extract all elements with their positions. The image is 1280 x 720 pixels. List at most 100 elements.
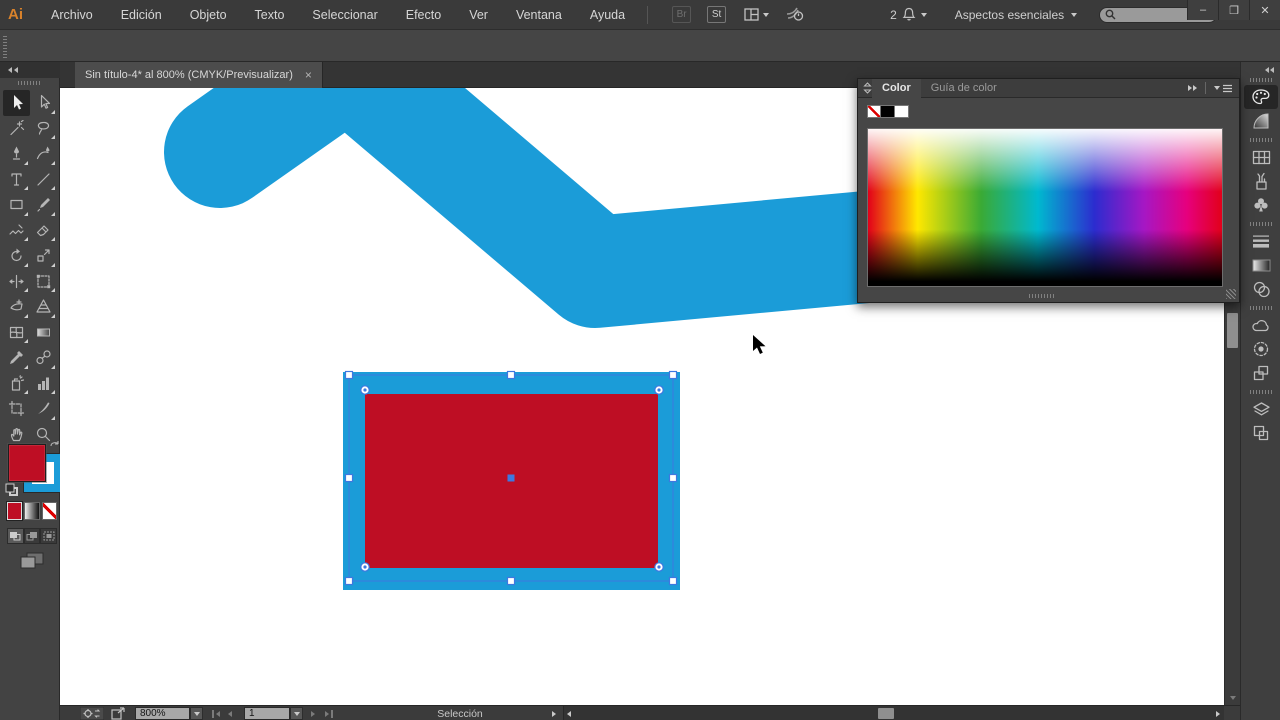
bridge-button[interactable]: Br bbox=[672, 6, 692, 23]
dock-grip[interactable] bbox=[1249, 138, 1272, 142]
dock-color-panel-button[interactable] bbox=[1244, 85, 1278, 109]
pen-tool[interactable] bbox=[3, 141, 30, 167]
menu-ver[interactable]: Ver bbox=[455, 0, 502, 30]
shaper-tool[interactable] bbox=[3, 218, 30, 244]
expand-panel-icon[interactable] bbox=[1188, 85, 1197, 91]
blend-tool[interactable] bbox=[30, 345, 57, 371]
none-swatch[interactable] bbox=[867, 105, 881, 118]
dock-artboards-button[interactable] bbox=[1241, 421, 1280, 445]
menu-ayuda[interactable]: Ayuda bbox=[576, 0, 639, 30]
default-fill-stroke-icon[interactable] bbox=[5, 483, 19, 497]
mesh-tool[interactable] bbox=[3, 320, 30, 346]
eyedropper-tool[interactable] bbox=[3, 345, 30, 371]
minimize-button[interactable]: – bbox=[1187, 0, 1218, 20]
dock-grip[interactable] bbox=[1249, 306, 1272, 310]
close-button[interactable]: ✕ bbox=[1249, 0, 1280, 20]
curvature-tool[interactable] bbox=[30, 141, 57, 167]
rectangle-tool[interactable] bbox=[3, 192, 30, 218]
horizontal-scrollbar[interactable] bbox=[563, 706, 1224, 720]
artboard-number-field[interactable]: 1 bbox=[244, 707, 290, 720]
width-tool[interactable] bbox=[3, 269, 30, 295]
sync-status-icon[interactable] bbox=[785, 6, 805, 23]
arrange-documents-button[interactable] bbox=[744, 7, 770, 22]
type-tool[interactable] bbox=[3, 167, 30, 193]
menu-objeto[interactable]: Objeto bbox=[176, 0, 241, 30]
magic-wand-tool[interactable] bbox=[3, 116, 30, 142]
symbol-sprayer-tool[interactable] bbox=[3, 371, 30, 397]
direct-selection-tool[interactable] bbox=[30, 90, 57, 116]
document-tab[interactable]: Sin título-4* al 800% (CMYK/Previsualiza… bbox=[75, 62, 323, 88]
artboard-number-dropdown[interactable] bbox=[290, 707, 303, 720]
menu-ventana[interactable]: Ventana bbox=[502, 0, 576, 30]
scale-tool[interactable] bbox=[30, 243, 57, 269]
panel-grip[interactable] bbox=[3, 34, 7, 58]
menu-texto[interactable]: Texto bbox=[241, 0, 299, 30]
scroll-right-button[interactable] bbox=[1216, 707, 1220, 720]
dock-symbols-button[interactable] bbox=[1241, 193, 1280, 217]
last-artboard-button[interactable] bbox=[325, 707, 333, 720]
panel-collapse-icon[interactable] bbox=[863, 82, 872, 94]
color-mode-button[interactable] bbox=[5, 501, 24, 521]
dock-asset-export-button[interactable] bbox=[1241, 337, 1280, 361]
screen-mode-button[interactable] bbox=[20, 552, 44, 570]
vertical-scrollbar-thumb[interactable] bbox=[1227, 313, 1238, 348]
free-transform-tool[interactable] bbox=[30, 269, 57, 295]
column-graph-tool[interactable] bbox=[30, 371, 57, 397]
preferences-button[interactable] bbox=[80, 707, 104, 720]
restore-button[interactable]: ❐ bbox=[1218, 0, 1249, 20]
gradient-mode-button[interactable] bbox=[24, 502, 40, 520]
panel-resize-grip[interactable] bbox=[1029, 294, 1055, 298]
zoom-level-dropdown[interactable] bbox=[190, 707, 203, 720]
panel-menu-icon[interactable] bbox=[1214, 84, 1233, 93]
rotate-tool[interactable] bbox=[3, 243, 30, 269]
panel-corner-resize[interactable] bbox=[1226, 289, 1236, 299]
slice-tool[interactable] bbox=[30, 396, 57, 422]
menu-edicion[interactable]: Edición bbox=[107, 0, 176, 30]
previous-artboard-button[interactable] bbox=[228, 707, 232, 720]
tab-color[interactable]: Color bbox=[872, 78, 921, 98]
artboard-tool[interactable] bbox=[3, 396, 30, 422]
first-artboard-button[interactable] bbox=[212, 707, 220, 720]
gradient-tool[interactable] bbox=[30, 320, 57, 346]
next-artboard-button[interactable] bbox=[311, 707, 315, 720]
scroll-left-button[interactable] bbox=[567, 707, 571, 720]
menu-efecto[interactable]: Efecto bbox=[392, 0, 455, 30]
collapse-toolbar-icon[interactable] bbox=[14, 67, 18, 73]
draw-normal-button[interactable] bbox=[7, 528, 24, 544]
dock-grip[interactable] bbox=[1249, 78, 1272, 82]
expand-dock-icon[interactable] bbox=[1241, 62, 1280, 73]
tab-close-icon[interactable]: × bbox=[305, 68, 312, 82]
perspective-grid-tool[interactable] bbox=[30, 294, 57, 320]
dock-grip[interactable] bbox=[1249, 222, 1272, 226]
dock-grip[interactable] bbox=[1249, 390, 1272, 394]
collapse-toolbar-icon[interactable] bbox=[8, 67, 12, 73]
paintbrush-tool[interactable] bbox=[30, 192, 57, 218]
shape-builder-tool[interactable] bbox=[3, 294, 30, 320]
black-swatch[interactable] bbox=[881, 105, 895, 118]
dock-creative-cloud-button[interactable] bbox=[1241, 313, 1280, 337]
tab-color-guide[interactable]: Guía de color bbox=[921, 79, 1007, 98]
selection-tool[interactable] bbox=[3, 90, 30, 116]
panel-grip[interactable] bbox=[18, 81, 42, 85]
notifications-button[interactable]: 2 bbox=[890, 7, 927, 22]
draw-behind-button[interactable] bbox=[23, 528, 41, 544]
menu-seleccionar[interactable]: Seleccionar bbox=[298, 0, 391, 30]
menu-archivo[interactable]: Archivo bbox=[37, 0, 107, 30]
draw-inside-button[interactable] bbox=[40, 528, 58, 544]
dock-color-guide-button[interactable] bbox=[1241, 109, 1280, 133]
dock-links-button[interactable] bbox=[1241, 361, 1280, 385]
dock-layers-button[interactable] bbox=[1241, 397, 1280, 421]
dock-stroke-button[interactable] bbox=[1241, 229, 1280, 253]
zoom-level-field[interactable]: 800% bbox=[135, 707, 190, 720]
dock-swatches-button[interactable] bbox=[1241, 145, 1280, 169]
share-button[interactable] bbox=[111, 707, 126, 720]
stock-button[interactable]: St bbox=[707, 6, 727, 23]
dock-gradient-button[interactable] bbox=[1241, 253, 1280, 277]
dock-brushes-button[interactable] bbox=[1241, 169, 1280, 193]
color-spectrum[interactable] bbox=[867, 128, 1223, 287]
horizontal-scrollbar-thumb[interactable] bbox=[878, 708, 894, 719]
none-mode-button[interactable] bbox=[41, 502, 57, 520]
white-swatch[interactable] bbox=[895, 105, 909, 118]
eraser-tool[interactable] bbox=[30, 218, 57, 244]
scroll-down-button[interactable] bbox=[1225, 690, 1241, 705]
